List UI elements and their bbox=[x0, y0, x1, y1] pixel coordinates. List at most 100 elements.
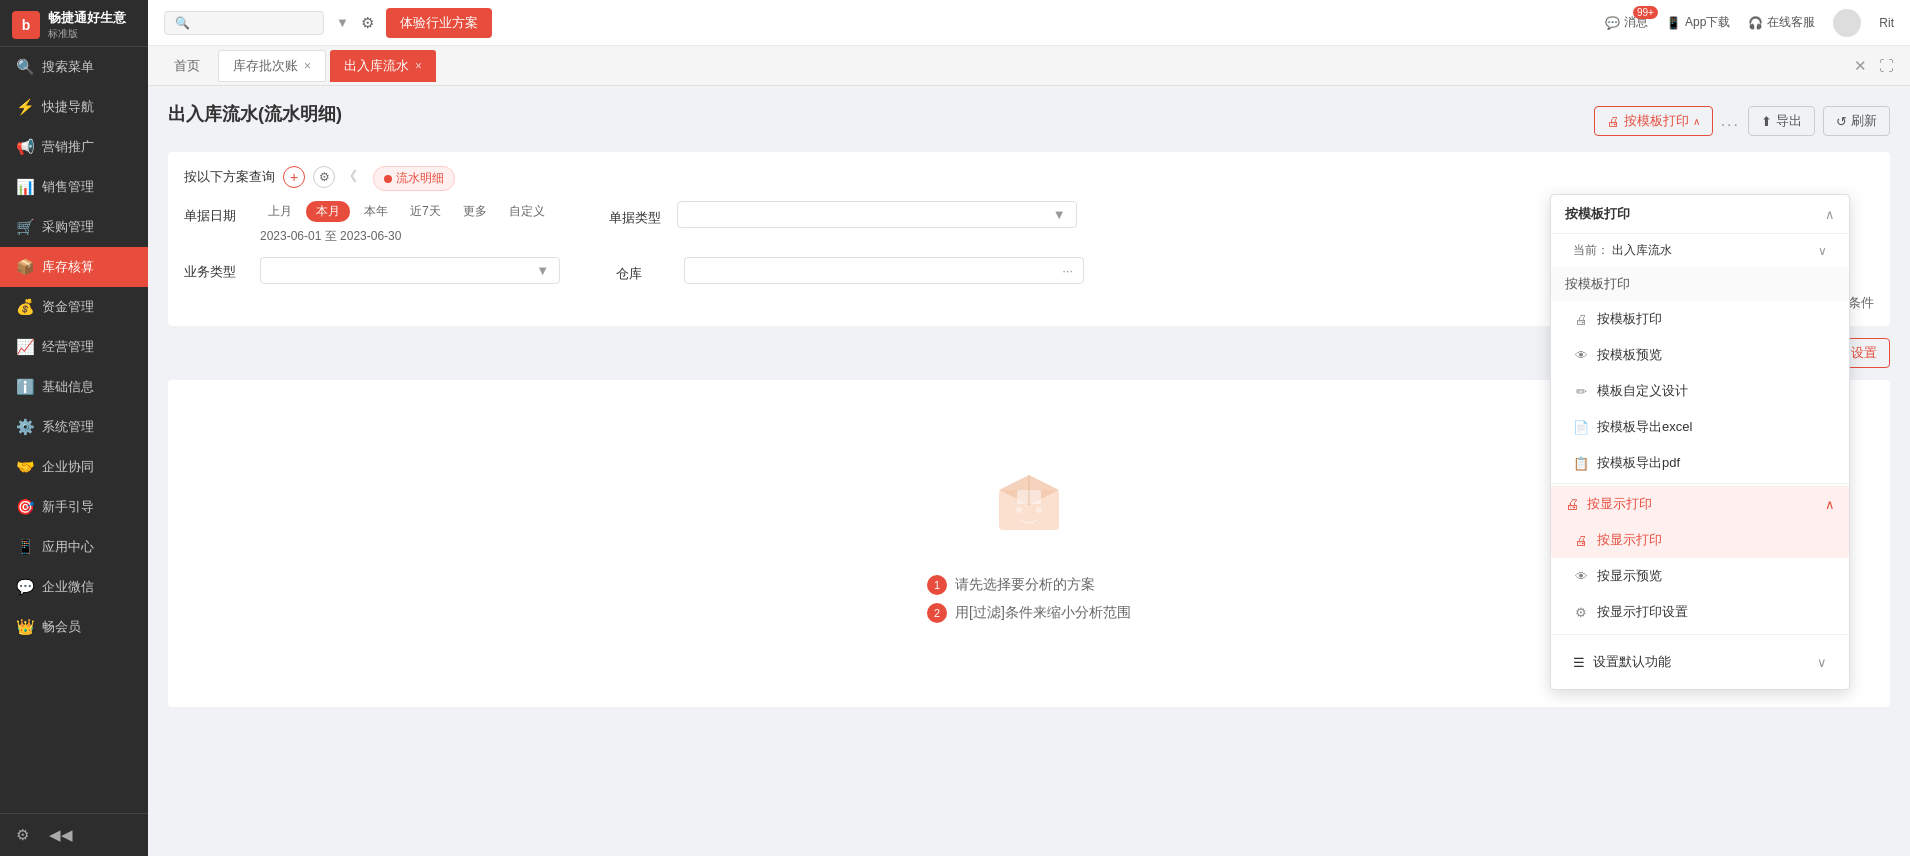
app-center-icon: 📱 bbox=[16, 538, 34, 556]
display-section-icon: 🖨 bbox=[1565, 496, 1579, 512]
sidebar-item-label: 企业微信 bbox=[42, 578, 94, 596]
dropdown-current-arrow[interactable]: ∨ bbox=[1818, 244, 1827, 258]
sidebar-item-enterprise-collab[interactable]: 🤝 企业协同 bbox=[0, 447, 148, 487]
dropdown-item-export-excel-template[interactable]: 📄 按模板导出excel bbox=[1551, 409, 1849, 445]
more-icon[interactable]: ... bbox=[1721, 112, 1740, 130]
date-opt-7days[interactable]: 近7天 bbox=[402, 201, 449, 222]
sidebar-item-finance[interactable]: 💰 资金管理 bbox=[0, 287, 148, 327]
filter-setting-button[interactable]: ⚙ bbox=[313, 166, 335, 188]
sidebar-item-marketing[interactable]: 📢 营销推广 bbox=[0, 127, 148, 167]
date-opt-more[interactable]: 更多 bbox=[455, 201, 495, 222]
dropdown-item-export-pdf-template[interactable]: 📋 按模板导出pdf bbox=[1551, 445, 1849, 481]
sidebar-item-membership[interactable]: 👑 畅会员 bbox=[0, 607, 148, 647]
date-opt-custom[interactable]: 自定义 bbox=[501, 201, 553, 222]
dropdown-collapse-icon[interactable]: ∧ bbox=[1825, 207, 1835, 222]
sidebar-item-enterprise-wechat[interactable]: 💬 企业微信 bbox=[0, 567, 148, 607]
topbar-search-box[interactable]: 🔍 bbox=[164, 11, 324, 35]
tab-home-label: 首页 bbox=[174, 57, 200, 75]
topbar-gear-icon[interactable]: ⚙ bbox=[361, 14, 374, 32]
sidebar-item-inventory[interactable]: 📦 库存核算 bbox=[0, 247, 148, 287]
export-pdf-template-icon: 📋 bbox=[1573, 455, 1589, 471]
tab-close-window-button[interactable]: ✕ bbox=[1850, 53, 1871, 79]
tab-inventory-batch-close[interactable]: × bbox=[304, 59, 311, 73]
enterprise-collab-icon: 🤝 bbox=[16, 458, 34, 476]
tab-inout-flow[interactable]: 出入库流水 × bbox=[330, 50, 436, 82]
filter-collapse-button[interactable]: 《 bbox=[343, 168, 357, 186]
message-icon: 💬 bbox=[1605, 16, 1620, 30]
tab-inventory-batch[interactable]: 库存批次账 × bbox=[218, 50, 326, 82]
finance-icon: 💰 bbox=[16, 298, 34, 316]
dropdown-item-display-print-settings[interactable]: ⚙ 按显示打印设置 bbox=[1551, 594, 1849, 630]
filter-add-button[interactable]: + bbox=[283, 166, 305, 188]
template-print-dropdown: 按模板打印 ∧ 当前： 出入库流水 ∨ 按模板打印 🖨 bbox=[1550, 194, 1850, 690]
sidebar-item-app-center[interactable]: 📱 应用中心 bbox=[0, 527, 148, 567]
sidebar-item-label: 营销推广 bbox=[42, 138, 94, 156]
warehouse-select[interactable]: ··· bbox=[684, 257, 1084, 284]
sidebar-item-operations[interactable]: 📈 经营管理 bbox=[0, 327, 148, 367]
empty-state-icon bbox=[989, 460, 1069, 555]
sidebar-item-system[interactable]: ⚙️ 系统管理 bbox=[0, 407, 148, 447]
date-opt-this-year[interactable]: 本年 bbox=[356, 201, 396, 222]
template-preview-icon: 👁 bbox=[1573, 347, 1589, 363]
refresh-icon: ↺ bbox=[1836, 114, 1847, 129]
sidebar-collapse-icon[interactable]: ◀◀ bbox=[49, 826, 73, 844]
sidebar-bottom: ⚙ ◀◀ bbox=[0, 813, 148, 856]
sidebar-item-label: 库存核算 bbox=[42, 258, 94, 276]
search-menu-icon: 🔍 bbox=[16, 58, 34, 76]
export-button[interactable]: ⬆ 导出 bbox=[1748, 106, 1815, 136]
search-scheme-label: 按以下方案查询 bbox=[184, 168, 275, 186]
sidebar-item-purchase[interactable]: 🛒 采购管理 bbox=[0, 207, 148, 247]
sidebar-item-basic-info[interactable]: ℹ️ 基础信息 bbox=[0, 367, 148, 407]
sidebar-item-beginner-guide[interactable]: 🎯 新手引导 bbox=[0, 487, 148, 527]
online-service-button[interactable]: 🎧 在线客服 bbox=[1748, 14, 1815, 31]
user-avatar[interactable] bbox=[1833, 9, 1861, 37]
sidebar-settings-icon[interactable]: ⚙ bbox=[16, 826, 29, 844]
display-print-icon: 🖨 bbox=[1573, 532, 1589, 548]
svg-point-4 bbox=[1016, 507, 1022, 513]
sidebar-item-label: 畅会员 bbox=[42, 618, 81, 636]
voucher-type-select[interactable]: ▼ bbox=[677, 201, 1077, 228]
message-badge: 99+ bbox=[1633, 6, 1658, 19]
search-icon: 🔍 bbox=[175, 16, 190, 30]
filter-tag[interactable]: 流水明细 bbox=[373, 166, 455, 191]
username: Rit bbox=[1879, 16, 1894, 30]
set-default-label: 设置默认功能 bbox=[1593, 653, 1671, 671]
sidebar-item-label: 系统管理 bbox=[42, 418, 94, 436]
dropdown-item-display-print[interactable]: 🖨 按显示打印 bbox=[1551, 522, 1849, 558]
message-button[interactable]: 💬 消息 99+ bbox=[1605, 14, 1648, 31]
refresh-button[interactable]: ↺ 刷新 bbox=[1823, 106, 1890, 136]
sidebar-item-label: 基础信息 bbox=[42, 378, 94, 396]
date-opt-last-month[interactable]: 上月 bbox=[260, 201, 300, 222]
date-opt-this-month[interactable]: 本月 bbox=[306, 201, 350, 222]
sidebar-item-quick-nav[interactable]: ⚡ 快捷导航 bbox=[0, 87, 148, 127]
dropdown-item-template-customize[interactable]: ✏ 模板自定义设计 bbox=[1551, 373, 1849, 409]
business-type-select[interactable]: ▼ bbox=[260, 257, 560, 284]
tab-home[interactable]: 首页 bbox=[160, 50, 214, 82]
sidebar-item-sales[interactable]: 📊 销售管理 bbox=[0, 167, 148, 207]
sidebar-item-label: 资金管理 bbox=[42, 298, 94, 316]
dropdown-item-display-preview[interactable]: 👁 按显示预览 bbox=[1551, 558, 1849, 594]
search-input[interactable] bbox=[196, 16, 296, 30]
basic-info-icon: ℹ️ bbox=[16, 378, 34, 396]
sidebar-item-label: 应用中心 bbox=[42, 538, 94, 556]
tabs-right-controls: ✕ ⛶ bbox=[1850, 53, 1898, 79]
template-print-button[interactable]: 🖨 按模板打印 ∧ bbox=[1594, 106, 1713, 136]
warehouse-more-icon[interactable]: ··· bbox=[1062, 263, 1073, 278]
industry-solution-button[interactable]: 体验行业方案 bbox=[386, 8, 492, 38]
app-download-button[interactable]: 📱 App下载 bbox=[1666, 14, 1730, 31]
sidebar-item-label: 快捷导航 bbox=[42, 98, 94, 116]
dropdown-display-section-header[interactable]: 🖨 按显示打印 ∧ bbox=[1551, 486, 1849, 522]
tab-inout-flow-close[interactable]: × bbox=[415, 59, 422, 73]
set-default-arrow: ∨ bbox=[1817, 655, 1827, 670]
tab-maximize-button[interactable]: ⛶ bbox=[1875, 53, 1898, 78]
app-download-icon: 📱 bbox=[1666, 16, 1681, 30]
sidebar-item-search-menu[interactable]: 🔍 搜索菜单 bbox=[0, 47, 148, 87]
dropdown-set-default-item[interactable]: ☰ 设置默认功能 ∨ bbox=[1565, 645, 1835, 679]
system-icon: ⚙️ bbox=[16, 418, 34, 436]
membership-icon: 👑 bbox=[16, 618, 34, 636]
dropdown-footer: ☰ 设置默认功能 ∨ bbox=[1551, 634, 1849, 689]
dropdown-item-template-preview[interactable]: 👁 按模板预览 bbox=[1551, 337, 1849, 373]
topbar-search-dropdown-icon[interactable]: ▼ bbox=[336, 15, 349, 30]
dropdown-template-section-header: 按模板打印 bbox=[1551, 267, 1849, 301]
dropdown-item-template-print[interactable]: 🖨 按模板打印 bbox=[1551, 301, 1849, 337]
